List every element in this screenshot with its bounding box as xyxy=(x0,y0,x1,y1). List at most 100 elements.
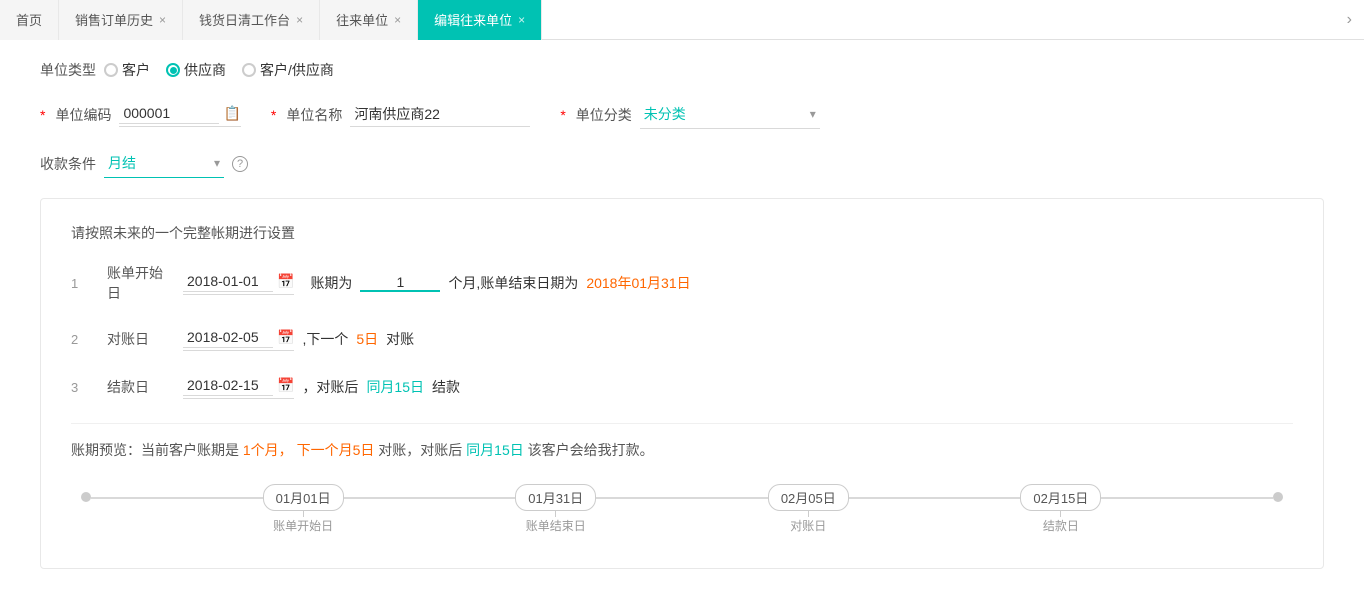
timeline: 01月01日 账单开始日 01月31日 账单结束日 02月05日 对账日 xyxy=(71,484,1293,534)
unit-name-group: * 单位名称 xyxy=(271,102,530,127)
timeline-label-3: 对账日 xyxy=(790,517,826,534)
unit-code-required: * xyxy=(40,107,45,123)
row-content-3: 📅 ，对账后 同月15日 结款 xyxy=(183,375,1293,399)
unit-code-group: * 单位编码 📋 xyxy=(40,103,241,127)
setting-row-1: 1 账单开始日 📅 账期为 个月,账单结束日期为 2018年01月31日 xyxy=(71,263,1293,303)
row-number-2: 2 xyxy=(71,332,91,347)
unit-type-label: 单位类型 xyxy=(40,60,96,80)
radio-supplier[interactable]: 供应商 xyxy=(166,60,226,80)
reconcile-suffix: 对账 xyxy=(386,329,414,349)
unit-type-group: 单位类型 客户 供应商 客户/供应商 xyxy=(40,60,334,80)
reconcile-date-input[interactable] xyxy=(183,327,273,348)
end-date-highlight: 2018年01月31日 xyxy=(586,273,690,293)
timeline-label-2: 账单结束日 xyxy=(526,517,586,534)
payment-condition-row: 收款条件 月结 ▾ ? xyxy=(40,149,1324,178)
timeline-end xyxy=(1273,492,1283,502)
radio-group-unit-type: 客户 供应商 客户/供应商 xyxy=(104,60,334,80)
unit-code-input[interactable] xyxy=(119,103,219,124)
timeline-start-dot xyxy=(81,492,91,502)
unit-category-value: 未分类 xyxy=(644,104,802,124)
tab-close-edit-partner[interactable]: × xyxy=(518,13,525,27)
radio-label-customer-supplier: 客户/供应商 xyxy=(260,60,334,80)
month-suffix: 个月,账单结束日期为 xyxy=(448,273,578,293)
period-prefix: 账期为 xyxy=(310,273,352,293)
timeline-node-3: 02月05日 对账日 xyxy=(768,484,849,534)
payment-suffix: 结款 xyxy=(432,377,460,397)
start-date-input-wrapper: 📅 xyxy=(183,271,294,295)
payment-day-highlight: 同月15日 xyxy=(366,377,424,397)
timeline-node-1: 01月01日 账单开始日 xyxy=(263,484,344,534)
timeline-end-dot xyxy=(1273,492,1283,502)
calendar-icon-2[interactable]: 📅 xyxy=(277,329,294,346)
timeline-pill-1: 01月01日 xyxy=(263,484,344,511)
calendar-icon-3[interactable]: 📅 xyxy=(277,377,294,394)
period-value-input[interactable] xyxy=(360,274,440,292)
tab-cashflow[interactable]: 钱货日清工作台 × xyxy=(183,0,320,40)
settings-panel: 请按照未来的一个完整帐期进行设置 1 账单开始日 📅 账期为 个月,账单结束日期… xyxy=(40,198,1324,569)
row-content-2: 📅 ,下一个 5日 对账 xyxy=(183,327,1293,351)
unit-code-label: 单位编码 xyxy=(55,105,111,125)
unit-category-label: 单位分类 xyxy=(576,105,632,125)
row-label-3: 结款日 xyxy=(107,377,167,397)
radio-customer[interactable]: 客户 xyxy=(104,60,150,80)
row-label-2: 对账日 xyxy=(107,329,167,349)
preview-ending: 该客户会给我打款。 xyxy=(528,442,654,458)
tab-sales-history[interactable]: 销售订单历史 × xyxy=(59,0,183,40)
chevron-down-icon-payment: ▾ xyxy=(214,156,220,170)
timeline-start xyxy=(81,492,91,502)
timeline-pill-2: 01月31日 xyxy=(515,484,596,511)
tab-home[interactable]: 首页 xyxy=(0,0,59,40)
row-number-1: 1 xyxy=(71,276,91,291)
timeline-connector-0 xyxy=(91,497,263,499)
unit-code-input-wrapper: 📋 xyxy=(119,103,240,127)
setting-row-3: 3 结款日 📅 ，对账后 同月15日 结款 xyxy=(71,375,1293,399)
preview-reconcile-day: 下一个月5日 xyxy=(297,442,375,458)
unit-name-input[interactable] xyxy=(350,102,530,127)
unit-category-group: * 单位分类 未分类 ▾ xyxy=(560,100,819,129)
radio-circle-supplier xyxy=(166,63,180,77)
preview-section: 账期预览：当前客户账期是 1个月， 下一个月5日 对账，对账后 同月15日 该客… xyxy=(71,423,1293,544)
timeline-connector-1 xyxy=(344,497,516,499)
help-icon[interactable]: ? xyxy=(232,156,248,172)
radio-label-supplier: 供应商 xyxy=(184,60,226,80)
start-date-input[interactable] xyxy=(183,271,273,292)
radio-customer-supplier[interactable]: 客户/供应商 xyxy=(242,60,334,80)
reconcile-date-input-wrapper: 📅 xyxy=(183,327,294,351)
timeline-connector-3 xyxy=(849,497,1021,499)
preview-text: 账期预览：当前客户账期是 1个月， 下一个月5日 对账，对账后 同月15日 该客… xyxy=(71,440,1293,460)
timeline-label-4: 结款日 xyxy=(1043,517,1079,534)
payment-date-input-wrapper: 📅 xyxy=(183,375,294,399)
timeline-pill-4: 02月15日 xyxy=(1020,484,1101,511)
payment-condition-select[interactable]: 月结 ▾ xyxy=(104,149,224,178)
unit-name-required: * xyxy=(271,107,276,123)
payment-condition-label: 收款条件 xyxy=(40,154,96,174)
reconcile-day-highlight: 5日 xyxy=(356,329,378,349)
tab-close-partner-units[interactable]: × xyxy=(394,13,401,27)
timeline-node-4: 02月15日 结款日 xyxy=(1020,484,1101,534)
radio-label-customer: 客户 xyxy=(122,60,150,80)
payment-prefix: ，对账后 xyxy=(302,377,358,397)
row-label-1: 账单开始日 xyxy=(107,263,167,303)
tab-more-button[interactable]: › xyxy=(1335,11,1364,29)
payment-date-input[interactable] xyxy=(183,375,273,396)
tab-close-sales-history[interactable]: × xyxy=(159,13,166,27)
unit-category-select[interactable]: 未分类 ▾ xyxy=(640,100,820,129)
chevron-down-icon: ▾ xyxy=(810,107,816,121)
row-content-1: 📅 账期为 个月,账单结束日期为 2018年01月31日 xyxy=(183,271,1293,295)
tab-edit-partner[interactable]: 编辑往来单位 × xyxy=(418,0,542,40)
radio-circle-customer-supplier xyxy=(242,63,256,77)
preview-period: 1个月， xyxy=(243,442,293,458)
tab-partner-units[interactable]: 往来单位 × xyxy=(320,0,418,40)
unit-category-required: * xyxy=(560,107,565,123)
radio-circle-customer xyxy=(104,63,118,77)
reconcile-prefix: ,下一个 xyxy=(302,329,348,349)
setting-row-2: 2 对账日 📅 ,下一个 5日 对账 xyxy=(71,327,1293,351)
tab-close-cashflow[interactable]: × xyxy=(296,13,303,27)
calendar-icon-1[interactable]: 📅 xyxy=(277,273,294,290)
preview-reconcile-suffix: 对账，对账后 xyxy=(378,442,462,458)
timeline-pill-3: 02月05日 xyxy=(768,484,849,511)
panel-description: 请按照未来的一个完整帐期进行设置 xyxy=(71,223,1293,243)
timeline-connector-2 xyxy=(596,497,768,499)
copy-icon[interactable]: 📋 xyxy=(223,105,240,122)
timeline-label-1: 账单开始日 xyxy=(273,517,333,534)
